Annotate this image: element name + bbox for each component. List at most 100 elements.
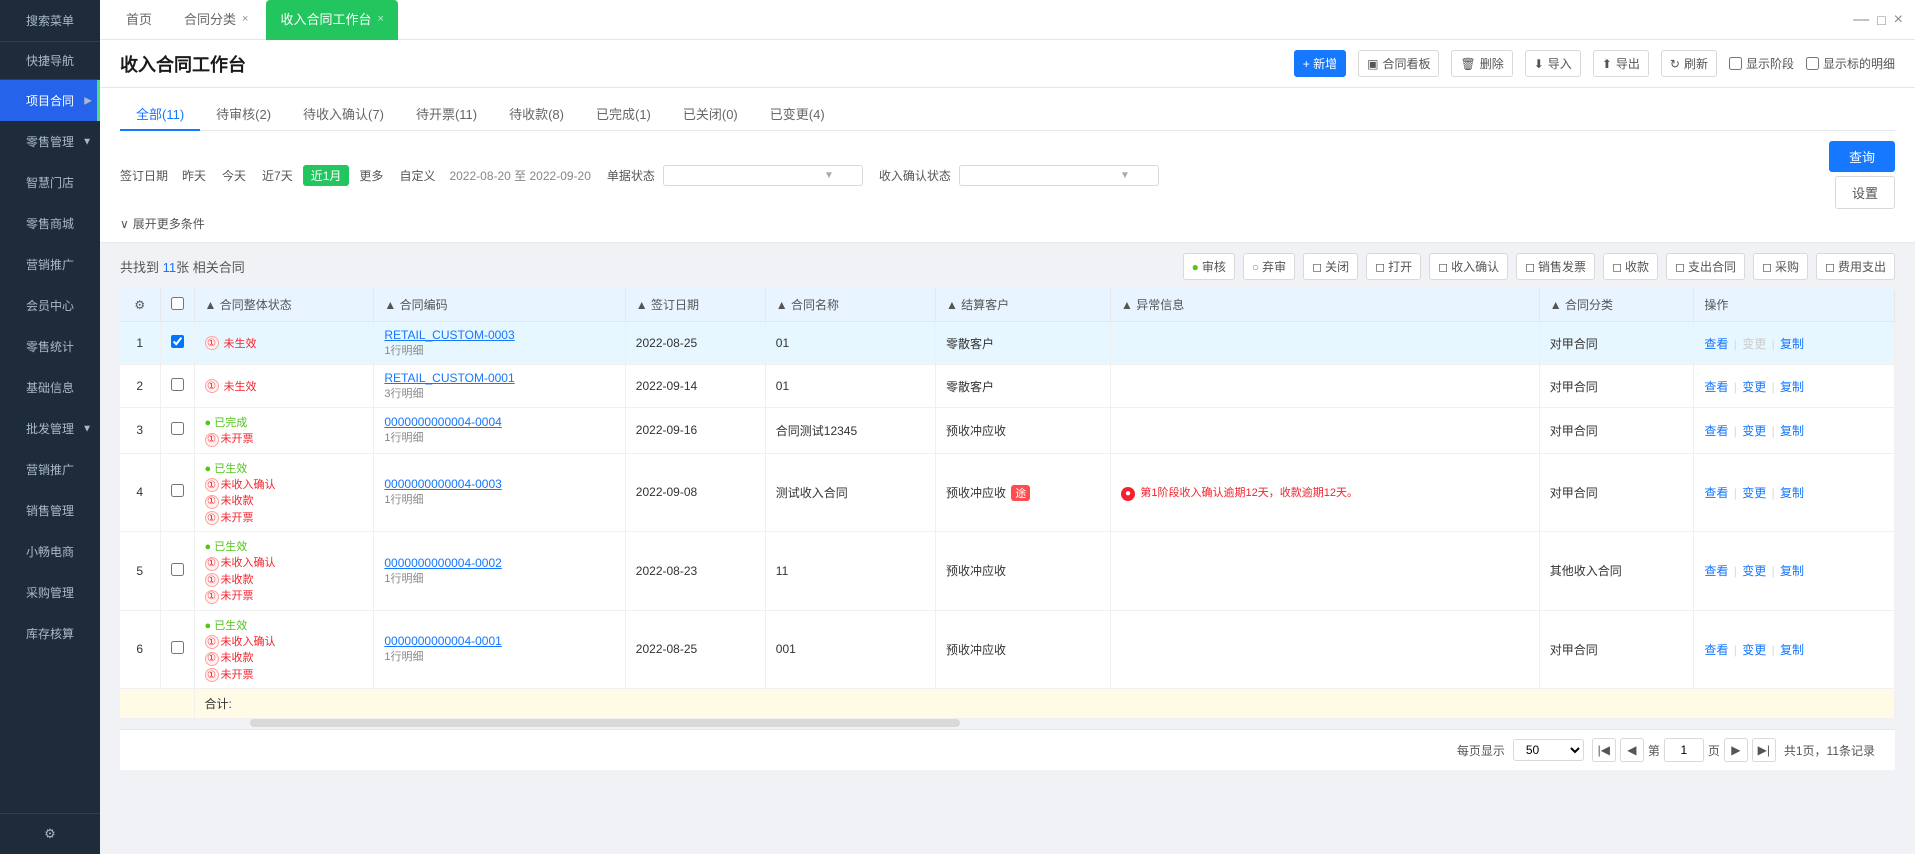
contract-code-link[interactable]: RETAIL_CUSTOM-0003 [384,328,514,342]
filter-tab-pending-payment[interactable]: 待收款(8) [493,98,580,131]
col-check[interactable] [160,288,194,322]
select-all-checkbox[interactable] [171,297,184,310]
date-btn-7days[interactable]: 近7天 [256,165,299,186]
row-check[interactable] [160,322,194,365]
close-button[interactable]: × [1894,11,1903,29]
last-page-btn[interactable]: ▶| [1752,738,1776,762]
sidebar-item-sales[interactable]: 销售管理 [0,490,100,531]
income-confirm-select[interactable]: ▼ [959,165,1159,186]
copy-link[interactable]: 复制 [1780,486,1804,500]
edit-link[interactable]: 变更 [1742,643,1766,657]
date-btn-yesterday[interactable]: 昨天 [176,165,212,186]
sidebar-item-wholesale[interactable]: 批发管理 ▼ [0,408,100,449]
row-check[interactable] [160,408,194,454]
date-btn-today[interactable]: 今天 [216,165,252,186]
doc-status-select[interactable]: ▼ [663,165,863,186]
expense-contract-button[interactable]: ◻ 支出合同 [1666,253,1745,280]
date-btn-custom[interactable]: 自定义 [393,165,441,186]
abandon-review-button[interactable]: ○ 弃审 [1243,253,1295,280]
prev-page-btn[interactable]: ◀ [1620,738,1644,762]
add-button[interactable]: + 新增 [1294,50,1346,77]
close-contract-button[interactable]: ◻ 关闭 [1303,253,1358,280]
tab-contract-category-close[interactable]: × [242,13,248,25]
date-btn-more[interactable]: 更多 [353,165,389,186]
print-button[interactable]: ◻ 打开 [1366,253,1421,280]
show-stage-checkbox[interactable]: 显示阶段 [1729,55,1794,72]
row-checkbox[interactable] [171,563,184,576]
per-page-select[interactable]: 50 20 100 [1513,739,1584,761]
edit-link[interactable]: 变更 [1742,486,1766,500]
row-check[interactable] [160,453,194,532]
edit-link[interactable]: 变更 [1742,380,1766,394]
refresh-button[interactable]: ↻ 刷新 [1661,50,1717,77]
sidebar-search[interactable]: 搜索菜单 [0,0,100,42]
page-number-input[interactable] [1664,738,1704,762]
row-checkbox[interactable] [171,484,184,497]
filter-tab-pending-invoice[interactable]: 待开票(11) [400,98,493,131]
edit-link[interactable]: 变更 [1742,564,1766,578]
copy-link[interactable]: 复制 [1780,380,1804,394]
filter-setting-button[interactable]: 设置 [1835,176,1895,209]
sidebar-settings[interactable]: ⚙ [0,813,100,854]
contract-board-button[interactable]: ▣ 合同看板 [1358,50,1439,77]
review-button[interactable]: ● 审核 [1183,253,1235,280]
row-check[interactable] [160,610,194,689]
show-stage-input[interactable] [1729,57,1742,70]
copy-link[interactable]: 复制 [1780,564,1804,578]
sidebar-item-marketing2[interactable]: 营销推广 [0,449,100,490]
sidebar-item-purchase[interactable]: 采购管理 [0,572,100,613]
edit-link[interactable]: 变更 [1742,424,1766,438]
delete-button[interactable]: 🗑 删除 [1451,50,1512,77]
filter-tab-changed[interactable]: 已变更(4) [754,98,841,131]
date-btn-1month[interactable]: 近1月 [303,165,350,186]
next-page-btn[interactable]: ▶ [1724,738,1748,762]
query-button[interactable]: 查询 [1829,141,1895,172]
sidebar-item-base-info[interactable]: 基础信息 [0,367,100,408]
view-link[interactable]: 查看 [1704,380,1728,394]
row-check[interactable] [160,365,194,408]
sidebar-item-xiaochang[interactable]: 小畅电商 [0,531,100,572]
edit-link[interactable]: 变更 [1742,337,1766,351]
sidebar-item-inventory[interactable]: 库存核算 [0,613,100,654]
maximize-button[interactable]: □ [1877,12,1885,28]
purchase-button[interactable]: ◻ 采购 [1753,253,1808,280]
contract-code-link[interactable]: 0000000000004-0001 [384,634,501,648]
filter-tab-completed[interactable]: 已完成(1) [580,98,667,131]
contract-code-link[interactable]: 0000000000004-0003 [384,477,501,491]
tab-income-workbench-close[interactable]: × [377,13,383,25]
expense-out-button[interactable]: ◻ 费用支出 [1816,253,1895,280]
copy-link[interactable]: 复制 [1780,424,1804,438]
filter-tab-pending-review[interactable]: 待审核(2) [200,98,287,131]
import-button[interactable]: ⬇ 导入 [1525,50,1581,77]
show-detail-checkbox[interactable]: 显示标的明细 [1806,55,1895,72]
minimize-button[interactable]: — [1853,11,1869,29]
filter-tab-closed[interactable]: 已关闭(0) [667,98,754,131]
sidebar-item-retail[interactable]: 零售管理 ▼ [0,121,100,162]
filter-tab-pending-confirm[interactable]: 待收入确认(7) [287,98,400,131]
sidebar-item-retail-mall[interactable]: 零售商城 [0,203,100,244]
tab-contract-category[interactable]: 合同分类 × [170,0,262,40]
export-button[interactable]: ⬆ 导出 [1593,50,1649,77]
tab-home[interactable]: 首页 [112,0,166,40]
contract-code-link[interactable]: 0000000000004-0004 [384,415,501,429]
view-link[interactable]: 查看 [1704,643,1728,657]
expand-more-btn[interactable]: ∨ 展开更多条件 [120,215,1895,232]
row-checkbox[interactable] [171,641,184,654]
copy-link[interactable]: 复制 [1780,337,1804,351]
filter-tab-all[interactable]: 全部(11) [120,98,200,131]
contract-code-link[interactable]: 0000000000004-0002 [384,556,501,570]
sidebar-item-smart-store[interactable]: 智慧门店 [0,162,100,203]
horizontal-scrollbar[interactable] [250,719,960,727]
tab-income-workbench[interactable]: 收入合同工作台 × [266,0,397,40]
copy-link[interactable]: 复制 [1780,643,1804,657]
view-link[interactable]: 查看 [1704,424,1728,438]
view-link[interactable]: 查看 [1704,486,1728,500]
row-checkbox[interactable] [171,378,184,391]
row-check[interactable] [160,532,194,611]
col-setting[interactable]: ⚙ [120,288,160,322]
row-checkbox[interactable] [171,335,184,348]
row-checkbox[interactable] [171,422,184,435]
payment-button[interactable]: ◻ 收款 [1603,253,1658,280]
income-confirm-button[interactable]: ◻ 收入确认 [1429,253,1508,280]
sidebar-item-retail-stats[interactable]: 零售统计 [0,326,100,367]
